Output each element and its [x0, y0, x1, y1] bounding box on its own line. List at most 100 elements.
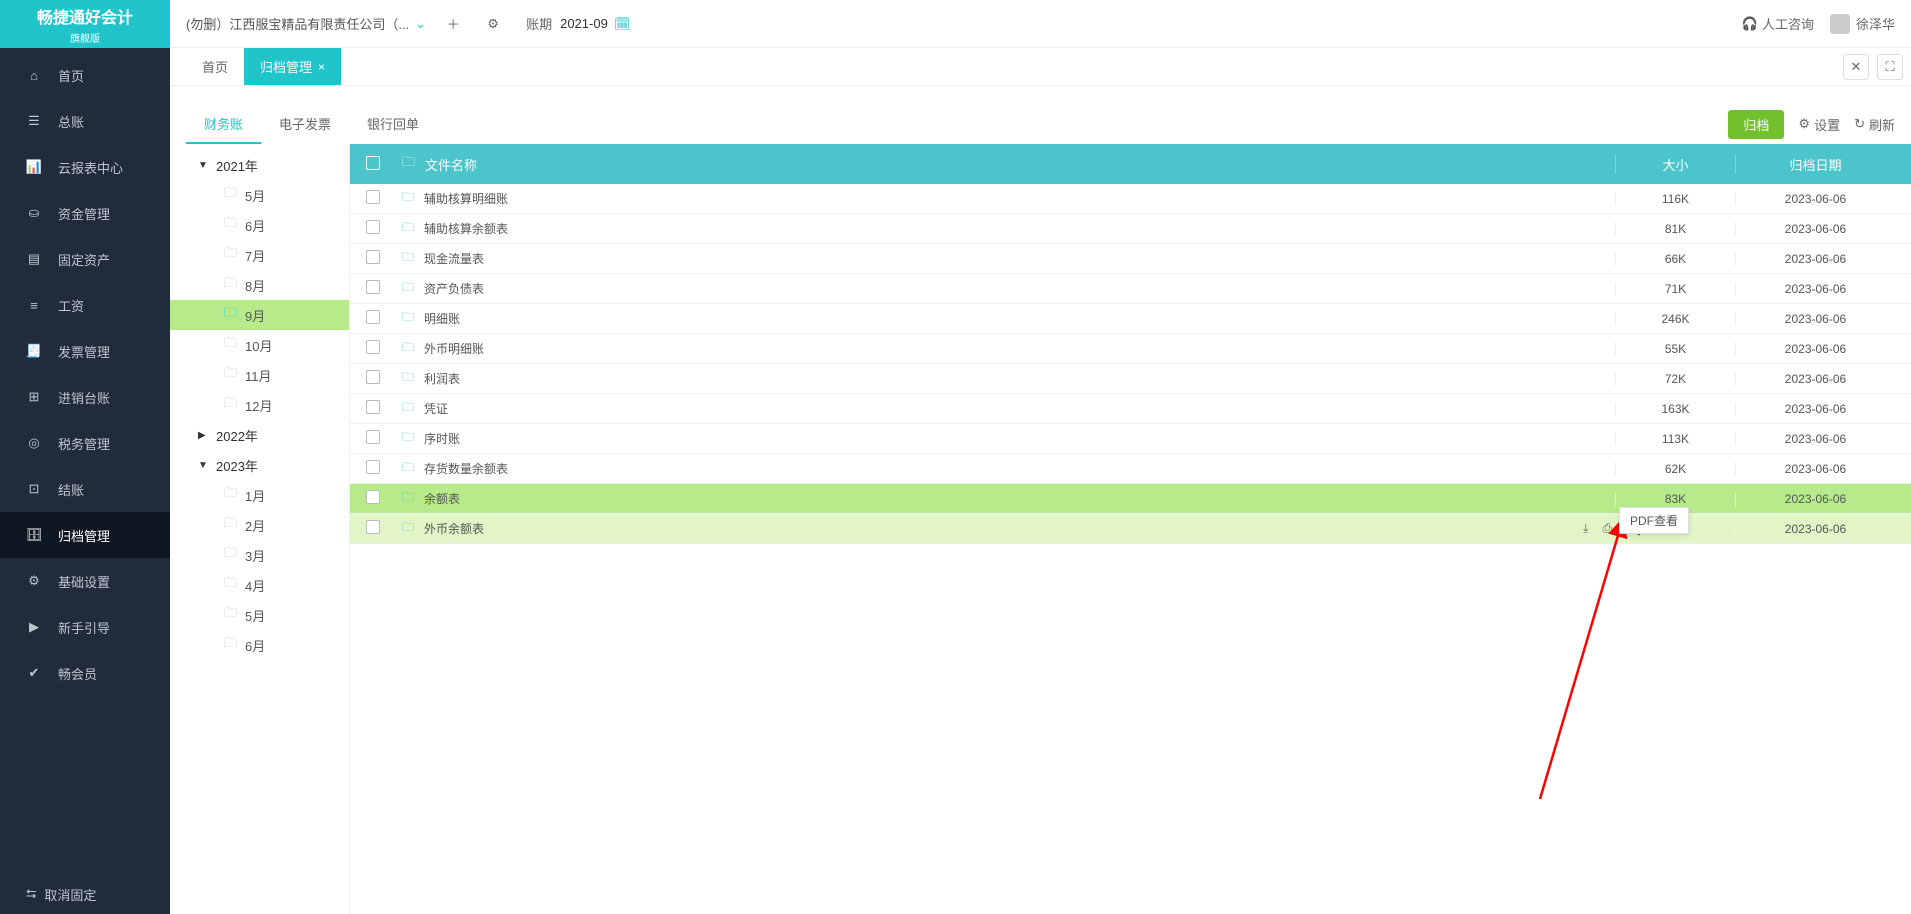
tree-month-11月[interactable]: 🗀11月 [170, 360, 349, 390]
row-checkbox[interactable] [366, 460, 380, 474]
row-checkbox[interactable] [366, 400, 380, 414]
home-icon: ⌂ [26, 67, 42, 83]
tree-month-8月[interactable]: 🗀8月 [170, 270, 349, 300]
nav-settings[interactable]: ⚙基础设置 [0, 558, 170, 604]
file-icon: 🗀 [402, 458, 414, 479]
archive-button[interactable]: 归档 [1728, 110, 1784, 139]
download-pdf-button[interactable]: ⎙ [1602, 521, 1612, 536]
table-row[interactable]: 🗀 辅助核算明细账 116K 2023-06-06 [350, 184, 1911, 214]
download-xml-button[interactable]: ⤓ [1583, 521, 1588, 536]
nav-inventory[interactable]: ⊞进销台账 [0, 374, 170, 420]
nav-ledger[interactable]: ☰总账 [0, 98, 170, 144]
nav-salary[interactable]: ≡工资 [0, 282, 170, 328]
file-icon: 🗀 [402, 368, 414, 389]
nav-archive[interactable]: 🗄归档管理 [0, 512, 170, 558]
row-checkbox[interactable] [366, 190, 380, 204]
period-value[interactable]: 2021-09 [560, 16, 608, 31]
folder-icon: 🗀 [224, 634, 237, 656]
company-selector[interactable]: (勿删）江西服宝精品有限责任公司（... ⌄ [186, 14, 426, 33]
settings-link[interactable]: ⚙ 设置 [1798, 115, 1840, 134]
close-icon[interactable]: × [318, 60, 325, 74]
file-icon: 🗀 [402, 218, 414, 239]
tree-month-6月[interactable]: 🗀6月 [170, 210, 349, 240]
settings-button[interactable]: ⚙ [480, 11, 506, 37]
tabs-bar: 首页归档管理 × ✕ ⛶ [170, 48, 1911, 86]
file-date: 2023-06-06 [1735, 222, 1895, 236]
file-name: 外币余额表 [424, 520, 484, 537]
nav-label: 发票管理 [58, 342, 110, 361]
nav-tax[interactable]: ◎税务管理 [0, 420, 170, 466]
guide-icon: ▶ [26, 619, 42, 635]
sidebar-unpin[interactable]: ⮀ 取消固定 [0, 874, 170, 914]
subtab-银行回单[interactable]: 银行回单 [349, 104, 437, 144]
row-checkbox[interactable] [366, 430, 380, 444]
select-all-checkbox[interactable] [366, 156, 380, 170]
fullscreen-button[interactable]: ⛶ [1877, 54, 1903, 80]
nav-guide[interactable]: ▶新手引导 [0, 604, 170, 650]
add-button[interactable]: ＋ [440, 11, 466, 37]
folder-icon: 🗀 [224, 334, 237, 356]
subtab-财务账[interactable]: 财务账 [186, 104, 261, 144]
file-icon: 🗀 [402, 278, 414, 299]
tree-year-2023年[interactable]: ▼2023年 [170, 450, 349, 480]
month-label: 2月 [245, 516, 265, 535]
nav-home[interactable]: ⌂首页 [0, 52, 170, 98]
user-menu[interactable]: 徐泽华 [1830, 14, 1895, 34]
tab-归档管理[interactable]: 归档管理 × [244, 48, 341, 85]
table-row[interactable]: 🗀 利润表 72K 2023-06-06 [350, 364, 1911, 394]
file-date: 2023-06-06 [1735, 492, 1895, 506]
tree-month-5月[interactable]: 🗀5月 [170, 180, 349, 210]
nav-report[interactable]: 📊云报表中心 [0, 144, 170, 190]
tree-month-10月[interactable]: 🗀10月 [170, 330, 349, 360]
tree-month-9月[interactable]: 🗀9月 [170, 300, 349, 330]
tab-首页[interactable]: 首页 [186, 48, 244, 85]
tree-month-4月[interactable]: 🗀4月 [170, 570, 349, 600]
tree-month-6月[interactable]: 🗀6月 [170, 630, 349, 660]
row-checkbox[interactable] [366, 370, 380, 384]
support-link[interactable]: 🎧 人工咨询 [1742, 14, 1814, 33]
row-checkbox[interactable] [366, 220, 380, 234]
table-row[interactable]: 🗀 明细账 246K 2023-06-06 [350, 304, 1911, 334]
file-size: 163K [1615, 402, 1735, 416]
row-checkbox[interactable] [366, 520, 380, 534]
calendar-icon[interactable]: 🗓 [614, 16, 631, 32]
col-name: 文件名称 [425, 155, 477, 174]
table-row[interactable]: 🗀 存货数量余额表 62K 2023-06-06 [350, 454, 1911, 484]
row-checkbox[interactable] [366, 310, 380, 324]
file-name: 明细账 [424, 310, 460, 327]
row-checkbox[interactable] [366, 490, 380, 504]
nav-label: 资金管理 [58, 204, 110, 223]
subtab-电子发票[interactable]: 电子发票 [261, 104, 349, 144]
tree-month-5月[interactable]: 🗀5月 [170, 600, 349, 630]
row-checkbox[interactable] [366, 280, 380, 294]
tree-month-1月[interactable]: 🗀1月 [170, 480, 349, 510]
row-checkbox[interactable] [366, 250, 380, 264]
nav-close-book[interactable]: ⊡结账 [0, 466, 170, 512]
refresh-link[interactable]: ↻ 刷新 [1854, 115, 1895, 134]
nav-invoice[interactable]: 🧾发票管理 [0, 328, 170, 374]
table-row[interactable]: 🗀 凭证 163K 2023-06-06 [350, 394, 1911, 424]
table-row[interactable]: 🗀 资产负债表 71K 2023-06-06 [350, 274, 1911, 304]
table-row[interactable]: 🗀 序时账 113K 2023-06-06 [350, 424, 1911, 454]
nav-money[interactable]: ⛀资金管理 [0, 190, 170, 236]
file-name: 存货数量余额表 [424, 460, 508, 477]
folder-icon: 🗀 [224, 574, 237, 596]
row-checkbox[interactable] [366, 340, 380, 354]
tab-label: 归档管理 [260, 57, 312, 76]
file-size: 71K [1615, 282, 1735, 296]
tree-month-12月[interactable]: 🗀12月 [170, 390, 349, 420]
table-row[interactable]: 🗀 辅助核算余额表 81K 2023-06-06 [350, 214, 1911, 244]
month-label: 5月 [245, 606, 265, 625]
table-row[interactable]: 🗀 现金流量表 66K 2023-06-06 [350, 244, 1911, 274]
nav-member[interactable]: ✔畅会员 [0, 650, 170, 696]
nav-asset[interactable]: ▤固定资产 [0, 236, 170, 282]
topbar: (勿删）江西服宝精品有限责任公司（... ⌄ ＋ ⚙ 账期 2021-09 🗓 … [170, 0, 1911, 48]
nav-label: 基础设置 [58, 572, 110, 591]
tree-month-2月[interactable]: 🗀2月 [170, 510, 349, 540]
tree-month-7月[interactable]: 🗀7月 [170, 240, 349, 270]
tree-year-2021年[interactable]: ▼2021年 [170, 150, 349, 180]
tree-month-3月[interactable]: 🗀3月 [170, 540, 349, 570]
close-tab-button[interactable]: ✕ [1843, 54, 1869, 80]
tree-year-2022年[interactable]: ▶2022年 [170, 420, 349, 450]
table-row[interactable]: 🗀 外币明细账 55K 2023-06-06 [350, 334, 1911, 364]
